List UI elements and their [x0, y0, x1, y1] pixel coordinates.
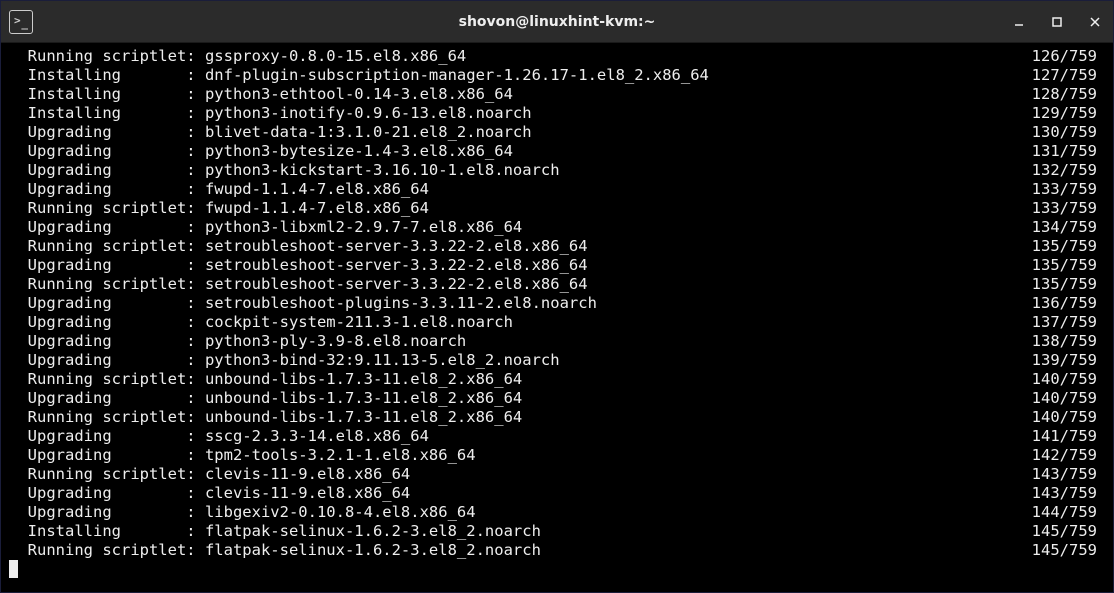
line-progress: 134/759 [1032, 218, 1105, 237]
output-line: Running scriptlet: unbound-libs-1.7.3-11… [9, 370, 1105, 389]
line-progress: 133/759 [1032, 199, 1105, 218]
line-left: Running scriptlet: gssproxy-0.8.0-15.el8… [9, 47, 466, 66]
line-progress: 140/759 [1032, 408, 1105, 427]
output-line: Upgrading : python3-bind-32:9.11.13-5.el… [9, 351, 1105, 370]
line-progress: 128/759 [1032, 85, 1105, 104]
line-left: Upgrading : cockpit-system-211.3-1.el8.n… [9, 313, 513, 332]
output-line: Upgrading : setroubleshoot-server-3.3.22… [9, 256, 1105, 275]
line-left: Installing : flatpak-selinux-1.6.2-3.el8… [9, 522, 541, 541]
output-line: Upgrading : libgexiv2-0.10.8-4.el8.x86_6… [9, 503, 1105, 522]
line-left: Running scriptlet: unbound-libs-1.7.3-11… [9, 408, 522, 427]
line-progress: 145/759 [1032, 522, 1105, 541]
line-left: Upgrading : tpm2-tools-3.2.1-1.el8.x86_6… [9, 446, 476, 465]
line-left: Upgrading : unbound-libs-1.7.3-11.el8_2.… [9, 389, 522, 408]
output-line: Upgrading : tpm2-tools-3.2.1-1.el8.x86_6… [9, 446, 1105, 465]
output-line: Upgrading : sscg-2.3.3-14.el8.x86_64 141/… [9, 427, 1105, 446]
line-progress: 142/759 [1032, 446, 1105, 465]
line-progress: 141/759 [1032, 427, 1105, 446]
output-line: Upgrading : python3-bytesize-1.4-3.el8.x… [9, 142, 1105, 161]
output-line: Running scriptlet: clevis-11-9.el8.x86_6… [9, 465, 1105, 484]
line-left: Upgrading : clevis-11-9.el8.x86_64 [9, 484, 410, 503]
output-line: Upgrading : setroubleshoot-plugins-3.3.1… [9, 294, 1105, 313]
terminal-icon[interactable] [9, 10, 33, 34]
maximize-button[interactable] [1047, 12, 1067, 32]
line-left: Running scriptlet: setroubleshoot-server… [9, 275, 588, 294]
line-left: Upgrading : fwupd-1.1.4-7.el8.x86_64 [9, 180, 429, 199]
line-progress: 127/759 [1032, 66, 1105, 85]
window-title: shovon@linuxhint-kvm:~ [459, 14, 656, 30]
output-line: Running scriptlet: setroubleshoot-server… [9, 237, 1105, 256]
line-left: Upgrading : blivet-data-1:3.1.0-21.el8_2… [9, 123, 532, 142]
line-progress: 132/759 [1032, 161, 1105, 180]
line-progress: 143/759 [1032, 465, 1105, 484]
output-line: Installing : python3-ethtool-0.14-3.el8.… [9, 85, 1105, 104]
output-line: Installing : dnf-plugin-subscription-man… [9, 66, 1105, 85]
line-progress: 135/759 [1032, 275, 1105, 294]
line-left: Upgrading : python3-ply-3.9-8.el8.noarch [9, 332, 466, 351]
line-progress: 140/759 [1032, 370, 1105, 389]
output-line: Upgrading : python3-ply-3.9-8.el8.noarch… [9, 332, 1105, 351]
terminal-window: shovon@linuxhint-kvm:~ Running scriptlet… [0, 0, 1114, 593]
terminal-cursor [9, 560, 18, 578]
line-progress: 130/759 [1032, 123, 1105, 142]
line-progress: 140/759 [1032, 389, 1105, 408]
line-progress: 135/759 [1032, 256, 1105, 275]
line-progress: 145/759 [1032, 541, 1105, 560]
output-line: Running scriptlet: setroubleshoot-server… [9, 275, 1105, 294]
line-progress: 139/759 [1032, 351, 1105, 370]
line-left: Installing : python3-ethtool-0.14-3.el8.… [9, 85, 513, 104]
titlebar-controls [1009, 12, 1105, 32]
titlebar[interactable]: shovon@linuxhint-kvm:~ [1, 1, 1113, 43]
line-left: Running scriptlet: unbound-libs-1.7.3-11… [9, 370, 522, 389]
terminal-output[interactable]: Running scriptlet: gssproxy-0.8.0-15.el8… [1, 43, 1113, 592]
line-left: Upgrading : python3-kickstart-3.16.10-1.… [9, 161, 560, 180]
line-left: Upgrading : setroubleshoot-plugins-3.3.1… [9, 294, 597, 313]
line-progress: 143/759 [1032, 484, 1105, 503]
line-left: Installing : dnf-plugin-subscription-man… [9, 66, 709, 85]
line-left: Running scriptlet: clevis-11-9.el8.x86_6… [9, 465, 410, 484]
line-progress: 131/759 [1032, 142, 1105, 161]
line-progress: 144/759 [1032, 503, 1105, 522]
line-left: Running scriptlet: flatpak-selinux-1.6.2… [9, 541, 541, 560]
output-line: Running scriptlet: fwupd-1.1.4-7.el8.x86… [9, 199, 1105, 218]
line-left: Upgrading : python3-bind-32:9.11.13-5.el… [9, 351, 560, 370]
output-line: Upgrading : clevis-11-9.el8.x86_64 143/75… [9, 484, 1105, 503]
output-line: Upgrading : blivet-data-1:3.1.0-21.el8_2… [9, 123, 1105, 142]
output-line: Upgrading : fwupd-1.1.4-7.el8.x86_64 133/… [9, 180, 1105, 199]
close-button[interactable] [1085, 12, 1105, 32]
minimize-button[interactable] [1009, 12, 1029, 32]
line-left: Running scriptlet: setroubleshoot-server… [9, 237, 588, 256]
line-left: Upgrading : sscg-2.3.3-14.el8.x86_64 [9, 427, 429, 446]
line-progress: 135/759 [1032, 237, 1105, 256]
line-progress: 126/759 [1032, 47, 1105, 66]
line-left: Upgrading : python3-bytesize-1.4-3.el8.x… [9, 142, 513, 161]
line-left: Upgrading : libgexiv2-0.10.8-4.el8.x86_6… [9, 503, 476, 522]
line-left: Upgrading : setroubleshoot-server-3.3.22… [9, 256, 588, 275]
output-line: Installing : python3-inotify-0.9.6-13.el… [9, 104, 1105, 123]
output-line: Upgrading : python3-kickstart-3.16.10-1.… [9, 161, 1105, 180]
output-line: Running scriptlet: unbound-libs-1.7.3-11… [9, 408, 1105, 427]
output-line: Upgrading : python3-libxml2-2.9.7-7.el8.… [9, 218, 1105, 237]
output-line: Running scriptlet: gssproxy-0.8.0-15.el8… [9, 47, 1105, 66]
titlebar-left [9, 10, 33, 34]
line-progress: 133/759 [1032, 180, 1105, 199]
output-line: Installing : flatpak-selinux-1.6.2-3.el8… [9, 522, 1105, 541]
cursor-line [9, 560, 1105, 579]
line-left: Running scriptlet: fwupd-1.1.4-7.el8.x86… [9, 199, 429, 218]
line-progress: 138/759 [1032, 332, 1105, 351]
line-left: Upgrading : python3-libxml2-2.9.7-7.el8.… [9, 218, 522, 237]
output-line: Running scriptlet: flatpak-selinux-1.6.2… [9, 541, 1105, 560]
output-line: Upgrading : cockpit-system-211.3-1.el8.n… [9, 313, 1105, 332]
line-progress: 136/759 [1032, 294, 1105, 313]
line-progress: 137/759 [1032, 313, 1105, 332]
line-progress: 129/759 [1032, 104, 1105, 123]
line-left: Installing : python3-inotify-0.9.6-13.el… [9, 104, 532, 123]
output-line: Upgrading : unbound-libs-1.7.3-11.el8_2.… [9, 389, 1105, 408]
